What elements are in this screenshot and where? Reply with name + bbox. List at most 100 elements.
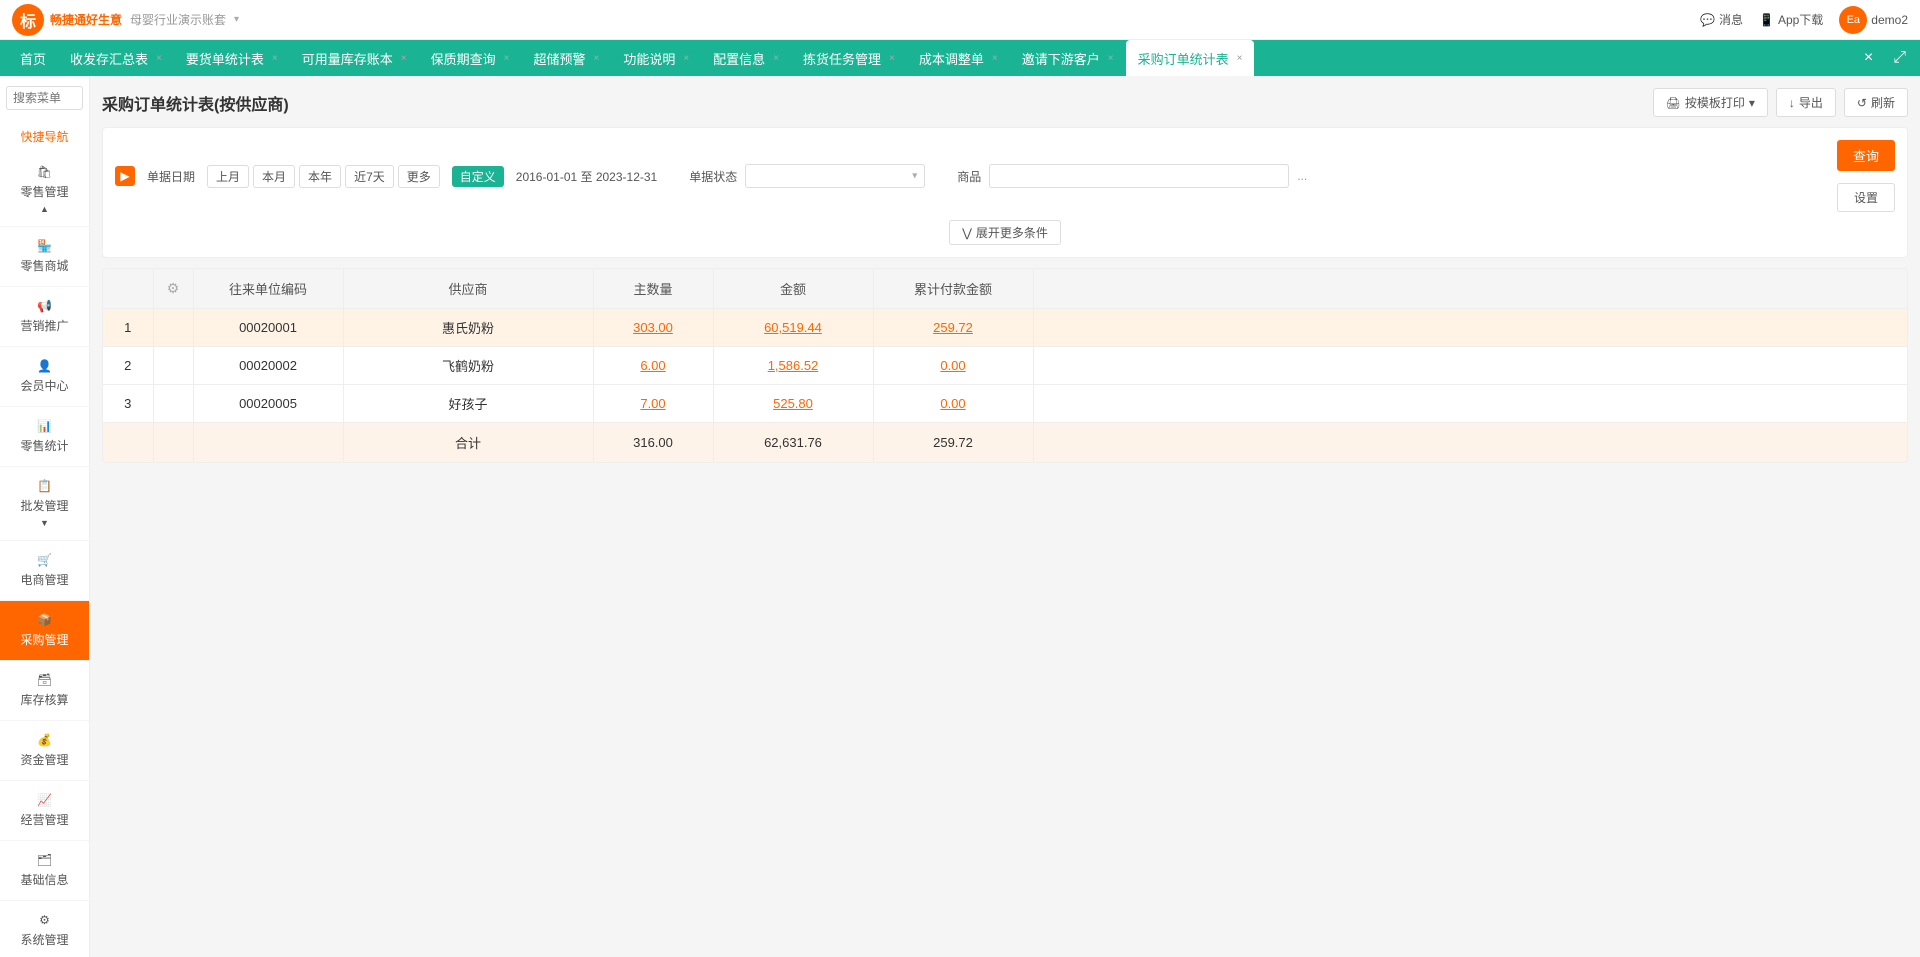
tab-stacking-task-close-icon[interactable]: × bbox=[889, 53, 895, 64]
col-header-settings[interactable]: ⚙ bbox=[153, 269, 193, 309]
cell-paid[interactable]: 0.00 bbox=[873, 385, 1033, 423]
sidebar-item-quick-nav[interactable]: 快捷导航 bbox=[0, 120, 89, 153]
sidebar-item-marketing[interactable]: 📢 营销推广 bbox=[0, 287, 89, 347]
tab-cost-adjust-close-icon[interactable]: × bbox=[992, 53, 998, 64]
tab-invite-downstream-close-icon[interactable]: × bbox=[1108, 53, 1114, 64]
table-header-row: ⚙ 往来单位编码 供应商 主数量 金额 累计付款金额 bbox=[103, 269, 1907, 309]
sidebar-item-inventory[interactable]: 🗃 库存核算 bbox=[0, 661, 89, 721]
date-btn-7days[interactable]: 近7天 bbox=[345, 165, 394, 188]
sys-mgmt-icon: ⚙ bbox=[39, 913, 50, 927]
tab-cost-adjust-label: 成本调整单 bbox=[919, 49, 984, 68]
sidebar-finance-label: 资金管理 bbox=[20, 751, 68, 768]
tab-function-desc-close-icon[interactable]: × bbox=[683, 53, 689, 64]
sidebar-retail-stat-label: 零售统计 bbox=[20, 437, 68, 454]
sidebar-inventory-label: 库存核算 bbox=[20, 691, 68, 708]
app-download-button[interactable]: 📱 App下载 bbox=[1759, 11, 1823, 28]
tab-overstock-close-icon[interactable]: × bbox=[593, 53, 599, 64]
date-btn-this-month[interactable]: 本月 bbox=[253, 165, 295, 188]
logo-text: 畅捷通好生意 bbox=[50, 11, 122, 28]
tab-cost-adjust[interactable]: 成本调整单 × bbox=[907, 40, 1010, 76]
refresh-button[interactable]: ↺ 刷新 bbox=[1844, 88, 1908, 117]
tab-stacking-task[interactable]: 拣货任务管理 × bbox=[791, 40, 907, 76]
sidebar: 快捷导航 🛍 零售管理 ▲ 🏪 零售商城 📢 营销推广 👤 会员中心 📊 零售统… bbox=[0, 76, 90, 957]
tab-function-desc-label: 功能说明 bbox=[623, 49, 675, 68]
tab-warranty[interactable]: 保质期查询 × bbox=[419, 40, 522, 76]
filter-toggle-button[interactable]: ▶ bbox=[115, 166, 135, 186]
status-filter-group: 单据状态 bbox=[689, 164, 925, 188]
tab-purchase-summary-close-icon[interactable]: × bbox=[1237, 53, 1243, 64]
filter-expand-row: ⋁ 展开更多条件 bbox=[115, 220, 1895, 245]
date-btn-this-year[interactable]: 本年 bbox=[299, 165, 341, 188]
cell-qty[interactable]: 303.00 bbox=[593, 309, 713, 347]
tab-collection[interactable]: 收发存汇总表 × bbox=[58, 40, 174, 76]
date-btn-more[interactable]: 更多 bbox=[398, 165, 440, 188]
cell-unit-code: 00020001 bbox=[193, 309, 343, 347]
cell-settings bbox=[153, 385, 193, 423]
sidebar-item-batch-mgmt[interactable]: 📋 批发管理 ▼ bbox=[0, 467, 89, 541]
cell-amount[interactable]: 1,586.52 bbox=[713, 347, 873, 385]
goods-input[interactable] bbox=[989, 164, 1289, 188]
export-button[interactable]: ↓ 导出 bbox=[1776, 88, 1836, 117]
sidebar-item-ecommerce[interactable]: 🛒 电商管理 bbox=[0, 541, 89, 601]
tab-home[interactable]: 首页 bbox=[8, 40, 58, 76]
col-header-qty: 主数量 bbox=[593, 269, 713, 309]
tab-overstock[interactable]: 超储预警 × bbox=[521, 40, 611, 76]
sidebar-item-basic-info[interactable]: 🗂 基础信息 bbox=[0, 841, 89, 901]
refresh-label: 刷新 bbox=[1871, 94, 1895, 111]
sidebar-marketing-label: 营销推广 bbox=[20, 317, 68, 334]
tab-invite-downstream[interactable]: 邀请下游客户 × bbox=[1010, 40, 1126, 76]
avatar: Ea bbox=[1839, 6, 1867, 34]
cell-paid[interactable]: 259.72 bbox=[873, 309, 1033, 347]
tab-collection-close-icon[interactable]: × bbox=[156, 53, 162, 64]
cell-extra bbox=[1033, 385, 1907, 423]
tab-function-desc[interactable]: 功能说明 × bbox=[611, 40, 701, 76]
sidebar-item-member[interactable]: 👤 会员中心 bbox=[0, 347, 89, 407]
query-button[interactable]: 查询 bbox=[1837, 140, 1895, 171]
sidebar-item-retail[interactable]: 🛍 零售管理 ▲ bbox=[0, 153, 89, 227]
sidebar-member-label: 会员中心 bbox=[20, 377, 68, 394]
sidebar-item-retail-store[interactable]: 🏪 零售商城 bbox=[0, 227, 89, 287]
refresh-icon: ↺ bbox=[1857, 96, 1867, 110]
cell-seq: 2 bbox=[103, 347, 153, 385]
sidebar-item-finance[interactable]: 💰 资金管理 bbox=[0, 721, 89, 781]
cell-qty[interactable]: 6.00 bbox=[593, 347, 713, 385]
status-select[interactable] bbox=[745, 164, 925, 188]
tab-goods-summary[interactable]: 要货单统计表 × bbox=[174, 40, 290, 76]
sidebar-item-retail-stat[interactable]: 📊 零售统计 bbox=[0, 407, 89, 467]
sidebar-item-operation[interactable]: 📈 经营管理 bbox=[0, 781, 89, 841]
retail-store-icon: 🏪 bbox=[37, 239, 52, 253]
print-dropdown-icon: ▾ bbox=[1749, 96, 1755, 110]
footer-label bbox=[193, 423, 343, 463]
settings-button[interactable]: 设置 bbox=[1837, 183, 1895, 212]
cell-amount[interactable]: 525.80 bbox=[713, 385, 873, 423]
message-button[interactable]: 💬 消息 bbox=[1700, 11, 1743, 28]
search-input[interactable] bbox=[6, 86, 83, 110]
tab-available-stock-close-icon[interactable]: × bbox=[401, 53, 407, 64]
main-wrapper: 快捷导航 🛍 零售管理 ▲ 🏪 零售商城 📢 营销推广 👤 会员中心 📊 零售统… bbox=[0, 76, 1920, 957]
sidebar-item-purchase[interactable]: 📦 采购管理 bbox=[0, 601, 89, 661]
footer-total-qty: 316.00 bbox=[593, 423, 713, 463]
date-btn-last-month[interactable]: 上月 bbox=[207, 165, 249, 188]
cell-amount[interactable]: 60,519.44 bbox=[713, 309, 873, 347]
goods-more-button[interactable]: ... bbox=[1297, 169, 1307, 183]
maximize-button[interactable]: ⤢ bbox=[1887, 47, 1912, 69]
logo-area: 标 畅捷通好生意 bbox=[12, 4, 122, 36]
sidebar-item-sys-mgmt[interactable]: ⚙ 系统管理 bbox=[0, 901, 89, 957]
batch-mgmt-icon: 📋 bbox=[37, 479, 52, 493]
custom-date-badge[interactable]: 自定义 bbox=[452, 166, 504, 187]
cell-paid[interactable]: 0.00 bbox=[873, 347, 1033, 385]
close-all-tabs-button[interactable]: × bbox=[1858, 47, 1879, 69]
tab-purchase-summary[interactable]: 采购订单统计表 × bbox=[1126, 40, 1255, 76]
column-settings-gear-icon[interactable]: ⚙ bbox=[167, 280, 180, 296]
user-profile[interactable]: Ea demo2 bbox=[1839, 6, 1908, 34]
tab-available-stock[interactable]: 可用量库存账本 × bbox=[290, 40, 419, 76]
cell-qty[interactable]: 7.00 bbox=[593, 385, 713, 423]
tab-warranty-close-icon[interactable]: × bbox=[504, 53, 510, 64]
tab-config-info-close-icon[interactable]: × bbox=[773, 53, 779, 64]
print-button[interactable]: 🖨 按模板打印 ▾ bbox=[1653, 88, 1768, 117]
sidebar-retail-store-label: 零售商城 bbox=[20, 257, 68, 274]
expand-more-conditions-button[interactable]: ⋁ 展开更多条件 bbox=[949, 220, 1061, 245]
tab-config-info[interactable]: 配置信息 × bbox=[701, 40, 791, 76]
expand-label: 展开更多条件 bbox=[976, 224, 1048, 241]
tab-goods-summary-close-icon[interactable]: × bbox=[272, 53, 278, 64]
